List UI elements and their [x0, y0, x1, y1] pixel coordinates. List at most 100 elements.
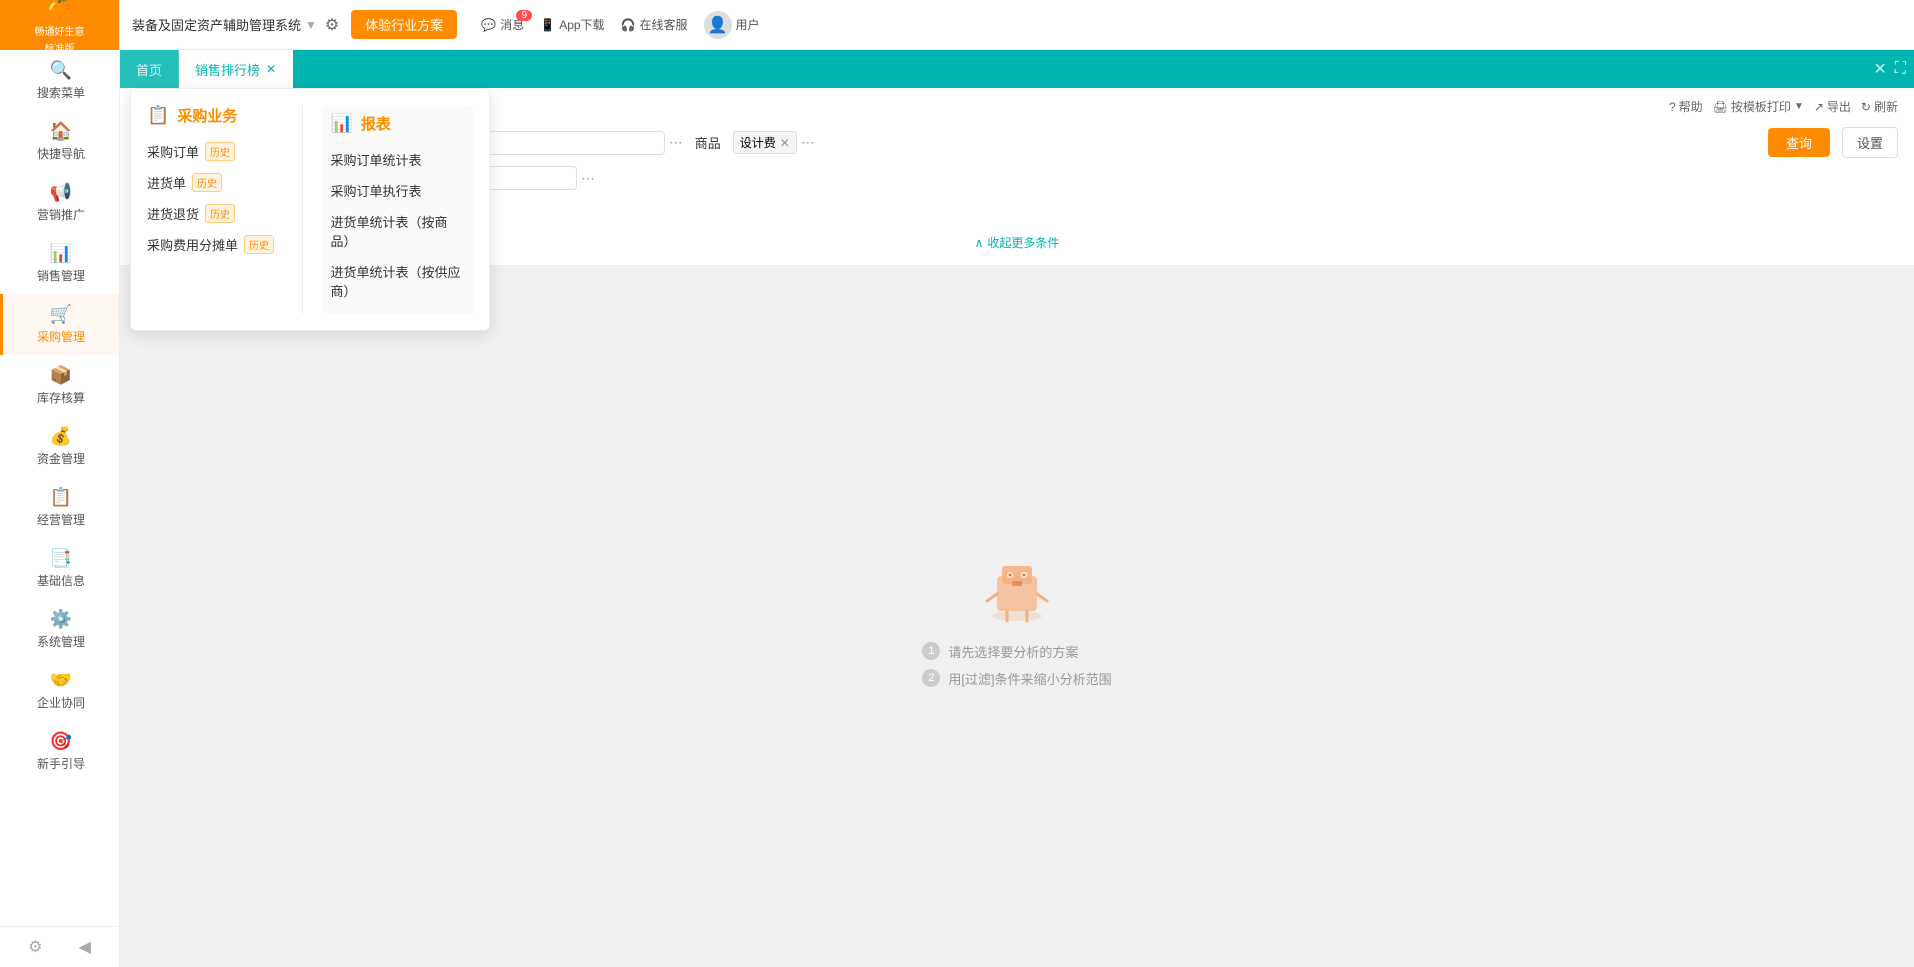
- product-more-icon[interactable]: ⋯: [801, 134, 815, 151]
- tab-home-label: 首页: [136, 60, 162, 79]
- dropdown-item-label: 进货单: [147, 173, 186, 192]
- empty-illustration: [977, 546, 1057, 626]
- dropdown-item-order-exec[interactable]: 采购订单执行表: [331, 175, 466, 206]
- dropdown-item-purchase-return[interactable]: 进货退货 历史: [147, 198, 282, 229]
- topbar: 装备及固定资产辅助管理系统 ▼ ⚙ 体验行业方案 💬 消息 9 📱 App下载 …: [120, 0, 1914, 50]
- print-dropdown-icon: ▼: [1794, 101, 1804, 112]
- dropdown-item-purchase-in[interactable]: 进货单 历史: [147, 167, 282, 198]
- sidebar-item-enterprise[interactable]: 🤝 企业协同: [0, 660, 119, 721]
- help-link[interactable]: ? 帮助: [1669, 98, 1703, 115]
- hist-badge-purchase-return: 历史: [205, 204, 235, 223]
- hint-text-1: 请先选择要分析的方案: [948, 642, 1078, 661]
- hint-text-2: 用[过滤]条件来缩小分析范围: [948, 669, 1111, 688]
- collapse-sidebar-icon[interactable]: ◀: [79, 937, 91, 957]
- online-service-item[interactable]: 🎧 在线客服: [621, 16, 688, 33]
- export-link[interactable]: ↗ 导出: [1814, 98, 1851, 115]
- settings-button[interactable]: 设置: [1842, 127, 1898, 158]
- finance-icon: 💰: [50, 426, 72, 447]
- sidebar-item-quick-nav-label: 快捷导航: [37, 145, 85, 162]
- dropdown-divider: [302, 105, 303, 314]
- sidebar: 🍊 畅通好生意 标准版 🔍 搜索菜单 🏠 快捷导航 📢 营销推广 📊 销售管理 …: [0, 0, 120, 967]
- logo-icon: 🍊: [46, 0, 73, 21]
- sales-icon: 📊: [50, 243, 72, 264]
- sidebar-item-basic-info[interactable]: 📑 基础信息: [0, 538, 119, 599]
- dropdown-item-in-stats-supplier[interactable]: 进货单统计表（按供应商）: [331, 256, 466, 306]
- tab-home[interactable]: 首页: [120, 50, 179, 88]
- hint-item-1: 1 请先选择要分析的方案: [922, 642, 1078, 661]
- gear-icon[interactable]: ⚙: [325, 15, 339, 35]
- report-col-title: 报表: [361, 113, 391, 134]
- sidebar-item-sales[interactable]: 📊 销售管理: [0, 233, 119, 294]
- sidebar-logo: 🍊 畅通好生意 标准版: [0, 0, 119, 50]
- sidebar-nav: 🔍 搜索菜单 🏠 快捷导航 📢 营销推广 📊 销售管理 🛒 采购管理 📦 库存核…: [0, 50, 119, 926]
- dropdown-item-order-stats[interactable]: 采购订单统计表: [331, 144, 466, 175]
- sidebar-item-finance[interactable]: 💰 资金管理: [0, 416, 119, 477]
- purchase-col-header: 📋 采购业务: [147, 105, 282, 126]
- export-label: 导出: [1827, 98, 1851, 115]
- tab-sales-rank-label: 销售排行榜: [195, 60, 260, 79]
- industry-solution-button[interactable]: 体验行业方案: [351, 10, 457, 39]
- sidebar-item-quick-nav[interactable]: 🏠 快捷导航: [0, 111, 119, 172]
- mobile-icon: 📱: [540, 18, 555, 32]
- sidebar-item-inventory[interactable]: 📦 库存核算: [0, 355, 119, 416]
- sidebar-item-marketing[interactable]: 📢 营销推广: [0, 172, 119, 233]
- message-badge: 9: [516, 10, 532, 21]
- dropdown-item-in-stats-product[interactable]: 进货单统计表（按商品）: [331, 206, 466, 256]
- sidebar-item-guide[interactable]: 🎯 新手引导: [0, 721, 119, 782]
- sidebar-item-purchase-label: 采购管理: [37, 328, 85, 345]
- sidebar-item-operation[interactable]: 📋 经营管理: [0, 477, 119, 538]
- system-name: 装备及固定资产辅助管理系统: [132, 15, 301, 34]
- settings-bottom-icon[interactable]: ⚙: [28, 937, 42, 957]
- product-tag-close[interactable]: ✕: [780, 136, 790, 150]
- sidebar-item-search-label: 搜索菜单: [37, 84, 85, 101]
- sidebar-item-guide-label: 新手引导: [37, 755, 85, 772]
- purchase-col-icon: 📋: [147, 105, 169, 126]
- chevron-down-icon: ▼: [305, 18, 317, 32]
- dropdown-item-label: 采购订单统计表: [331, 150, 422, 169]
- report-col: 📊 报表 采购订单统计表 采购订单执行表 进货单统计表（按商品） 进货单统计表（…: [323, 105, 474, 314]
- empty-hint: 1 请先选择要分析的方案 2 用[过滤]条件来缩小分析范围: [922, 642, 1111, 688]
- dropdown-item-label: 进货单统计表（按供应商）: [331, 262, 466, 300]
- purchase-col-title: 采购业务: [177, 105, 237, 126]
- dropdown-item-purchase-order[interactable]: 采购订单 历史: [147, 136, 282, 167]
- product-tag-text: 设计费: [740, 134, 776, 151]
- main-body: 1 请先选择要分析的方案 2 用[过滤]条件来缩小分析范围: [120, 266, 1914, 967]
- query-button[interactable]: 查询: [1768, 128, 1830, 157]
- sidebar-item-sales-label: 销售管理: [37, 267, 85, 284]
- product-label: 商品: [695, 133, 721, 152]
- salesperson-more-icon[interactable]: ⋯: [581, 170, 595, 187]
- tab-close-icon[interactable]: ✕: [266, 62, 276, 76]
- basic-info-icon: 📑: [50, 548, 72, 569]
- sidebar-item-purchase[interactable]: 🛒 采购管理: [0, 294, 119, 355]
- tabbar: 首页 销售排行榜 ✕ ✕ ⛶: [120, 50, 1914, 88]
- hint-num-2: 2: [922, 669, 940, 687]
- hist-badge-purchase-order: 历史: [205, 142, 235, 161]
- print-icon: 🖨: [1713, 100, 1728, 114]
- home-icon: 🏠: [50, 121, 72, 142]
- app-download-item[interactable]: 📱 App下载: [540, 16, 604, 33]
- print-link[interactable]: 🖨 按模板打印 ▼: [1713, 98, 1804, 115]
- message-item[interactable]: 💬 消息 9: [481, 16, 524, 33]
- sidebar-bottom: ⚙ ◀: [0, 926, 119, 967]
- message-icon: 💬: [481, 18, 496, 32]
- tab-right-actions: ✕ ⛶: [1873, 59, 1906, 79]
- export-icon: ↗: [1814, 100, 1824, 114]
- help-label: 帮助: [1679, 98, 1703, 115]
- avatar: 👤: [704, 11, 732, 39]
- system-selector[interactable]: 装备及固定资产辅助管理系统 ▼: [132, 15, 317, 34]
- user-item[interactable]: 👤 用户: [704, 11, 760, 39]
- bill-status-input[interactable]: [485, 131, 665, 155]
- sidebar-item-search[interactable]: 🔍 搜索菜单: [0, 50, 119, 111]
- hint-num-1: 1: [922, 642, 940, 660]
- bill-status-more-icon[interactable]: ⋯: [669, 134, 683, 151]
- dropdown-item-label: 采购订单执行表: [331, 181, 422, 200]
- user-label: 用户: [736, 16, 760, 33]
- dropdown-item-label: 采购费用分摊单: [147, 235, 238, 254]
- tab-sales-rank[interactable]: 销售排行榜 ✕: [179, 50, 293, 88]
- refresh-link[interactable]: ↻ 刷新: [1861, 98, 1898, 115]
- sidebar-item-system[interactable]: ⚙️ 系统管理: [0, 599, 119, 660]
- close-window-icon[interactable]: ✕: [1873, 59, 1886, 79]
- expand-window-icon[interactable]: ⛶: [1895, 60, 1906, 78]
- collapse-label: 收起更多条件: [987, 234, 1059, 251]
- dropdown-item-purchase-cost[interactable]: 采购费用分摊单 历史: [147, 229, 282, 260]
